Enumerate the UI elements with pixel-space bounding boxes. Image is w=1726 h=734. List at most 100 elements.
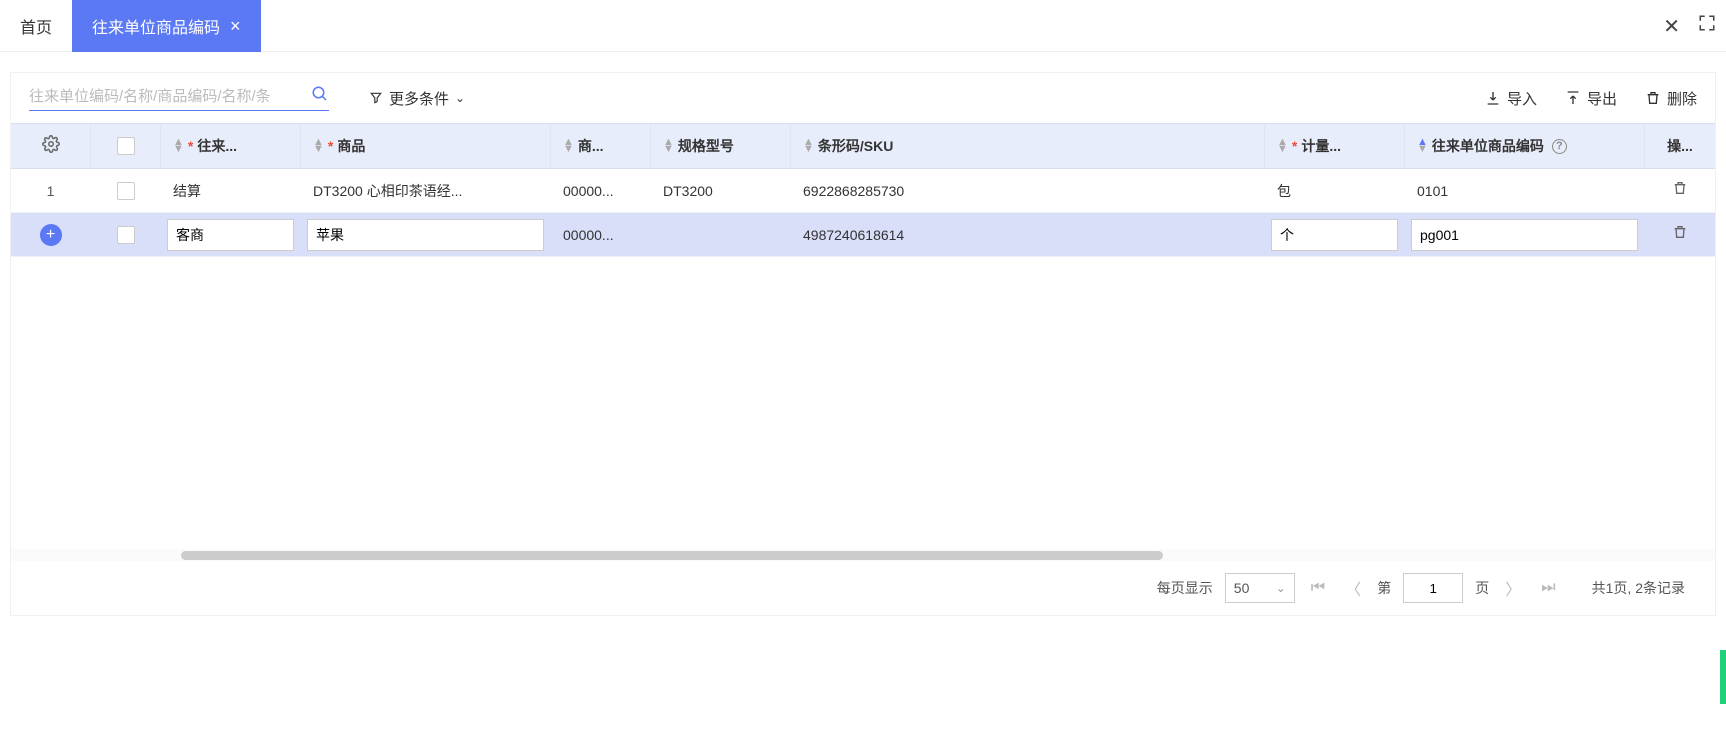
content: 更多条件 ⌄ 导入 导出 删除 [0,52,1726,626]
header-barcode-label: 条形码/SKU [818,136,893,156]
trash-icon[interactable] [1672,224,1688,245]
cell-barcode: 6922868285730 [791,169,1265,212]
main-panel: 更多条件 ⌄ 导入 导出 删除 [10,72,1716,561]
checkbox[interactable] [117,226,135,244]
header-ops-label: 操... [1667,136,1693,156]
sort-icon: ▲▼ [663,139,674,153]
sort-icon: ▲▼ [803,139,814,153]
column-barcode[interactable]: ▲▼ 条形码/SKU [791,124,1265,168]
cell-product-code: 00000... [551,213,651,256]
import-label: 导入 [1507,88,1537,109]
tab-home[interactable]: 首页 [0,0,72,52]
product-input[interactable] [307,219,544,251]
export-label: 导出 [1587,88,1617,109]
cell-unit[interactable]: 包 [1265,169,1405,212]
cell-partner[interactable] [161,213,301,256]
sort-icon: ▲▼ [1277,139,1288,153]
page-size-value: 50 [1234,580,1250,596]
trash-icon[interactable] [1672,180,1688,201]
grid-body: 1 结算 DT3200 心相印茶语经... 00000... DT3200 69… [11,169,1715,549]
row-select[interactable] [91,169,161,212]
tab-active-label: 往来单位商品编码 [92,14,220,38]
close-all-icon[interactable]: ✕ [1663,14,1680,39]
cell-unit[interactable] [1265,213,1405,256]
next-page-button[interactable]: 〉 [1501,576,1525,600]
column-partner-product-code[interactable]: ▲▼ 往来单位商品编码 ? [1405,124,1645,168]
export-button[interactable]: 导出 [1565,88,1617,109]
search-icon[interactable] [311,85,329,108]
cell-partner-product-code[interactable]: 0101 [1405,169,1645,212]
last-page-button[interactable]: ⏭ [1537,579,1559,597]
cell-product-code: 00000... [551,169,651,212]
column-product[interactable]: ▲▼ * 商品 [301,124,551,168]
trash-icon [1645,90,1661,106]
more-filter-button[interactable]: 更多条件 ⌄ [369,88,465,109]
delete-label: 删除 [1667,88,1697,109]
required-indicator: * [188,138,193,154]
header-spec-label: 规格型号 [678,136,734,156]
column-spec[interactable]: ▲▼ 规格型号 [651,124,791,168]
scrollbar-thumb[interactable] [181,551,1163,560]
sort-icon: ▲▼ [313,139,324,153]
sort-icon: ▲▼ [1417,139,1428,153]
page-size-select[interactable]: 50 ⌄ [1225,573,1295,603]
search-input[interactable] [29,88,311,105]
per-page-label: 每页显示 [1157,578,1213,598]
prev-page-button[interactable]: 〈 [1341,576,1365,600]
tab-home-label: 首页 [20,14,52,38]
page-prefix: 第 [1377,578,1391,598]
column-ops: 操... [1645,124,1715,168]
cell-product[interactable] [301,213,551,256]
cell-spec: DT3200 [651,169,791,212]
checkbox[interactable] [117,182,135,200]
table-row[interactable]: 1 结算 DT3200 心相印茶语经... 00000... DT3200 69… [11,169,1715,213]
header-product-label: 商品 [337,136,365,156]
table-row[interactable]: + 00000... 4987240618614 [11,213,1715,257]
checkbox-all[interactable] [117,137,135,155]
column-unit[interactable]: ▲▼ * 计量... [1265,124,1405,168]
add-row-button[interactable]: + [40,224,62,246]
header-unit-label: 计量... [1301,136,1341,156]
column-partner[interactable]: ▲▼ * 往来... [161,124,301,168]
cell-product[interactable]: DT3200 心相印茶语经... [301,169,551,212]
grid-header: ▲▼ * 往来... ▲▼ * 商品 ▲▼ 商... ▲▼ [11,123,1715,169]
tab-bar-actions: ✕ [1663,0,1716,52]
tab-partner-product-code[interactable]: 往来单位商品编码 × [72,0,261,52]
cell-spec [651,213,791,256]
gear-icon [42,135,60,158]
more-filter-label: 更多条件 [389,88,449,109]
row-select[interactable] [91,213,161,256]
delete-button[interactable]: 删除 [1645,88,1697,109]
fullscreen-icon[interactable] [1698,14,1716,38]
filter-icon [369,91,383,105]
page-suffix: 页 [1475,578,1489,598]
import-button[interactable]: 导入 [1485,88,1537,109]
cell-partner[interactable]: 结算 [161,169,301,212]
required-indicator: * [1292,138,1297,154]
cell-barcode: 4987240618614 [791,213,1265,256]
toolbar-right: 导入 导出 删除 [1485,88,1697,109]
partner-input[interactable] [167,219,294,251]
row-add: + [11,213,91,256]
cell-partner-product-code[interactable] [1405,213,1645,256]
pagination-summary: 共1页, 2条记录 [1592,578,1685,598]
page-input[interactable] [1403,573,1463,603]
column-select-all[interactable] [91,124,161,168]
sort-icon: ▲▼ [563,139,574,153]
horizontal-scrollbar[interactable] [11,549,1715,561]
data-grid: ▲▼ * 往来... ▲▼ * 商品 ▲▼ 商... ▲▼ [11,123,1715,549]
toolbar: 更多条件 ⌄ 导入 导出 删除 [11,73,1715,123]
column-settings[interactable] [11,124,91,168]
unit-input[interactable] [1271,219,1398,251]
column-product-code[interactable]: ▲▼ 商... [551,124,651,168]
sort-icon: ▲▼ [173,139,184,153]
help-icon[interactable]: ? [1552,139,1567,154]
right-accent [1720,650,1726,704]
import-icon [1485,90,1501,106]
chevron-down-icon: ⌄ [455,91,465,105]
tab-bar: 首页 往来单位商品编码 × ✕ [0,0,1726,52]
ppc-input[interactable] [1411,219,1638,251]
close-icon[interactable]: × [230,17,241,35]
header-product-code-label: 商... [578,136,604,156]
first-page-button[interactable]: ⏮ [1307,579,1329,597]
